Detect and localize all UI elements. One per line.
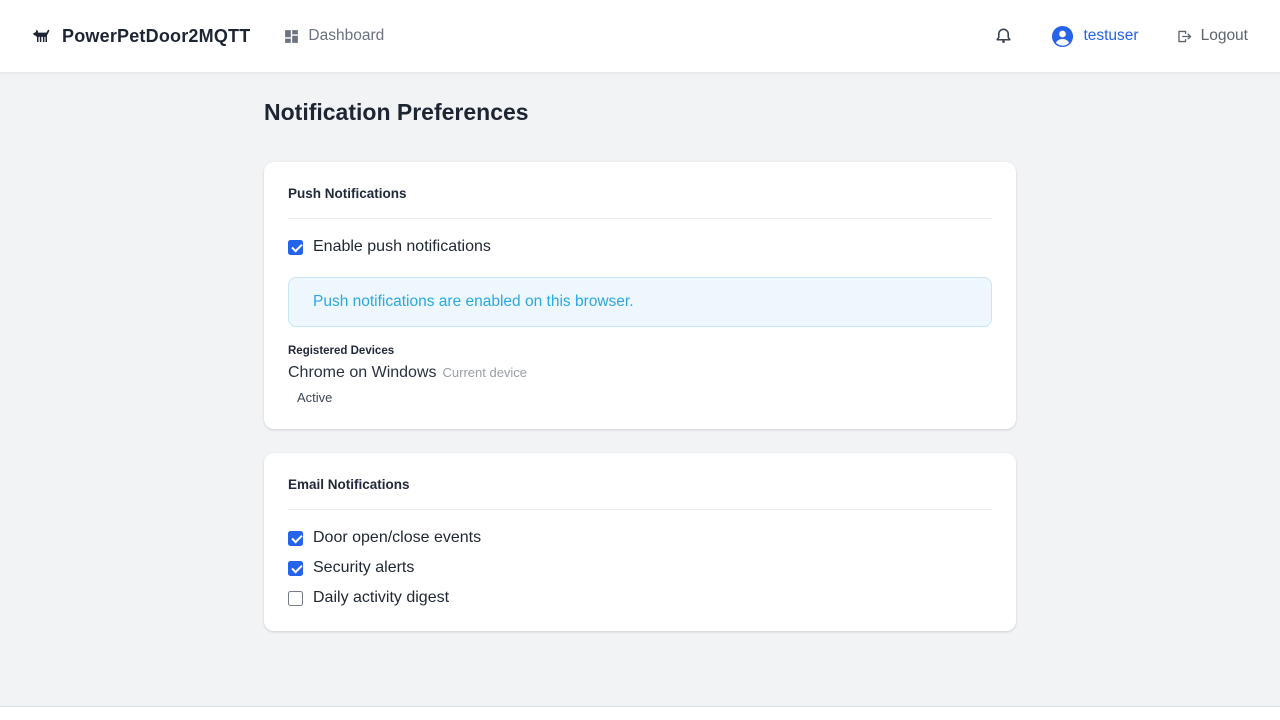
brand: PowerPetDoor2MQTT [32,26,250,47]
daily-digest-checkbox[interactable] [288,590,303,606]
security-alerts-label[interactable]: Security alerts [313,559,414,577]
page-footer [0,706,1280,720]
main-nav: Dashboard [283,27,384,45]
user-avatar-icon [1051,25,1074,48]
bell-icon [996,28,1012,43]
email-card-title: Email Notifications [288,477,410,492]
enable-push-row: Enable push notifications [288,238,992,256]
page-title: Notification Preferences [264,99,529,125]
notifications-bell-button[interactable] [993,26,1014,47]
registered-devices-label: Registered Devices [288,345,395,357]
nav-dashboard-link[interactable]: Dashboard [283,27,384,45]
username: testuser [1083,27,1139,44]
device-current-tag: Current device [442,365,528,380]
logout-label: Logout [1200,27,1248,44]
email-option-row: Door open/close events [288,529,992,547]
device-row: Chrome on Windows Current device [288,364,992,382]
email-option-row: Daily activity digest [288,589,992,607]
device-name: Chrome on Windows [288,364,437,381]
daily-digest-label[interactable]: Daily activity digest [313,589,449,607]
email-option-row: Security alerts [288,559,992,577]
device-status: Active [297,390,333,405]
enable-push-checkbox[interactable] [288,239,303,255]
push-notifications-card: Push Notifications Enable push notificat… [264,162,1016,429]
divider [288,218,992,219]
app-header: PowerPetDoor2MQTT Dashboard testuser Log… [0,0,1280,73]
header-actions: testuser Logout [993,25,1248,48]
email-notifications-card: Email Notifications Door open/close even… [264,453,1016,631]
push-card-title: Push Notifications [288,186,407,201]
divider [288,509,992,510]
enable-push-label[interactable]: Enable push notifications [313,238,491,256]
door-events-label[interactable]: Door open/close events [313,529,481,547]
brand-title: PowerPetDoor2MQTT [62,25,251,46]
push-status-banner: Push notifications are enabled on this b… [288,277,992,327]
door-events-checkbox[interactable] [288,530,303,546]
dashboard-grid-icon [283,28,300,45]
logout-button[interactable]: Logout [1176,27,1248,45]
user-menu[interactable]: testuser [1051,25,1139,48]
logout-icon [1176,28,1193,45]
nav-dashboard-label: Dashboard [308,27,385,44]
security-alerts-checkbox[interactable] [288,560,303,576]
dog-icon [32,26,52,46]
main-content: Notification Preferences Push Notificati… [0,73,1280,706]
